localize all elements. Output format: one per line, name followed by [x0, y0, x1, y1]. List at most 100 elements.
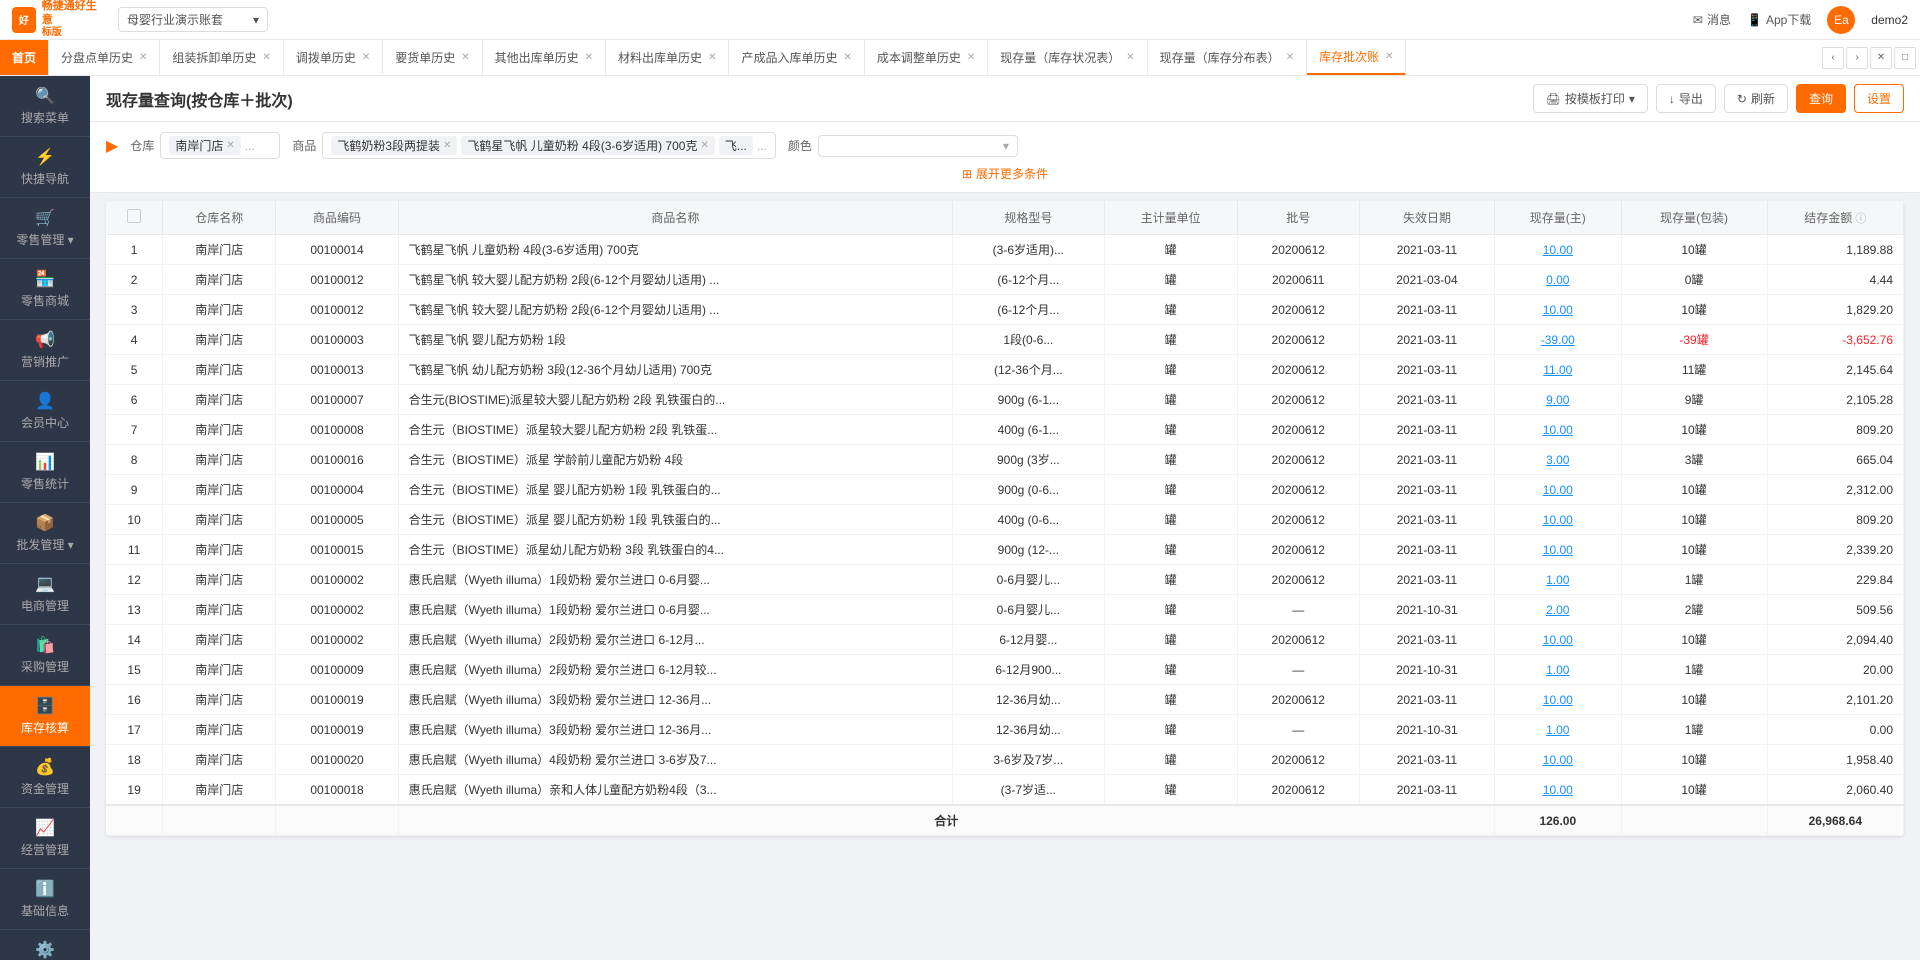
cell-qty[interactable]: 10.00: [1495, 235, 1621, 265]
product-ellipsis[interactable]: ...: [757, 139, 767, 153]
sidebar-item-retailshop[interactable]: 🏪 零售商城: [0, 259, 90, 320]
cell-qty[interactable]: 10.00: [1495, 535, 1621, 565]
cell-unit: 罐: [1104, 385, 1237, 415]
sidebar-item-finance[interactable]: 💰 资金管理: [0, 747, 90, 808]
expand-more-btn[interactable]: ⊞ 展开更多条件: [962, 165, 1048, 182]
select-all-checkbox[interactable]: [127, 209, 141, 223]
cell-qty[interactable]: 10.00: [1495, 775, 1621, 806]
sidebar-item-marketing[interactable]: 📢 营销推广: [0, 320, 90, 381]
tab-fenpan[interactable]: 分盘点单历史 ✕: [49, 40, 160, 75]
sidebar-item-member[interactable]: 👤 会员中心: [0, 381, 90, 442]
tab-chanpin[interactable]: 产成品入库单历史 ✕: [729, 40, 864, 75]
sidebar-purchase-label: 采购管理: [21, 658, 69, 675]
cell-qty[interactable]: 2.00: [1495, 595, 1621, 625]
amount-info-icon[interactable]: ⓘ: [1855, 213, 1866, 225]
sidebar-item-purchase[interactable]: 🛍️ 采购管理: [0, 625, 90, 686]
cell-qty[interactable]: 1.00: [1495, 565, 1621, 595]
industry-arrow: ▾: [253, 13, 259, 27]
cell-qty[interactable]: 10.00: [1495, 685, 1621, 715]
inventory-icon: 🗄️: [35, 696, 55, 716]
color-tag-box[interactable]: ▾: [818, 135, 1018, 157]
cell-qty[interactable]: 10.00: [1495, 505, 1621, 535]
cell-qty[interactable]: 10.00: [1495, 295, 1621, 325]
close-kucun-fenbu[interactable]: ✕: [1286, 52, 1294, 63]
sidebar-item-system[interactable]: ⚙️ 系统管理: [0, 930, 90, 960]
close-kucun-status[interactable]: ✕: [1126, 52, 1134, 63]
tab-maximize[interactable]: □: [1894, 47, 1916, 69]
export-btn[interactable]: ↓ 导出: [1656, 84, 1716, 113]
close-qitachu[interactable]: ✕: [585, 52, 593, 63]
tab-kucun-status[interactable]: 现存量（库存状况表） ✕: [988, 40, 1147, 75]
close-fenpan[interactable]: ✕: [139, 52, 147, 63]
sidebar-item-wholesale[interactable]: 📦 批发管理 ▾: [0, 503, 90, 564]
settings-btn[interactable]: 设置: [1854, 84, 1904, 113]
industry-selector[interactable]: 母婴行业演示账套 ▾: [118, 7, 268, 32]
sidebar-item-retail[interactable]: 🛒 零售管理 ▾: [0, 198, 90, 259]
tab-kucun-fenbu[interactable]: 现存量（库存分布表） ✕: [1148, 40, 1307, 75]
tab-qitachu[interactable]: 其他出库单历史 ✕: [483, 40, 606, 75]
product-tag-1-remove[interactable]: ✕: [443, 140, 451, 151]
print-btn[interactable]: 🖨 按模板打印 ▾: [1533, 84, 1648, 113]
cell-qty[interactable]: 1.00: [1495, 655, 1621, 685]
tab-cailiao[interactable]: 材料出库单历史 ✕: [606, 40, 729, 75]
cell-qty[interactable]: 10.00: [1495, 475, 1621, 505]
cell-qty[interactable]: 0.00: [1495, 265, 1621, 295]
cell-qty[interactable]: 11.00: [1495, 355, 1621, 385]
warehouse-tag-remove[interactable]: ✕: [226, 140, 234, 151]
cell-no: 16: [106, 685, 163, 715]
sidebar-item-shortcut[interactable]: ⚡ 快捷导航: [0, 137, 90, 198]
product-tag-box[interactable]: 飞鹤奶粉3段两提装 ✕ 飞鹤星飞帆 儿童奶粉 4段(3-6岁适用) 700克 ✕…: [322, 132, 776, 159]
tab-home[interactable]: 首页: [0, 40, 49, 75]
cell-batchno: 20200612: [1237, 385, 1359, 415]
tab-close-all[interactable]: ✕: [1870, 47, 1892, 69]
sidebar-item-basic[interactable]: ℹ️ 基础信息: [0, 869, 90, 930]
sidebar-item-ecommerce[interactable]: 💻 电商管理: [0, 564, 90, 625]
close-zuhechai[interactable]: ✕: [262, 52, 270, 63]
cell-code: 00100008: [276, 415, 398, 445]
tab-kucun-pici[interactable]: 库存批次账 ✕: [1307, 40, 1406, 75]
cell-qty[interactable]: 3.00: [1495, 445, 1621, 475]
app-download-btn[interactable]: 📱 App下载: [1747, 11, 1811, 28]
tab-zuhechai[interactable]: 组装拆卸单历史 ✕: [160, 40, 283, 75]
close-chanpin[interactable]: ✕: [843, 52, 851, 63]
cell-name: 惠氏启赋（Wyeth illuma）3段奶粉 爱尔兰进口 12-36月...: [398, 715, 952, 745]
close-chengben[interactable]: ✕: [967, 52, 975, 63]
cell-code: 00100012: [276, 295, 398, 325]
cell-code: 00100002: [276, 565, 398, 595]
expand-arrow[interactable]: ▶: [106, 136, 118, 156]
cell-warehouse: 南岸门店: [163, 745, 276, 775]
warehouse-ellipsis[interactable]: ...: [245, 139, 255, 153]
cell-qty[interactable]: 10.00: [1495, 745, 1621, 775]
query-btn[interactable]: 查询: [1796, 84, 1846, 113]
sidebar-item-retailstats[interactable]: 📊 零售统计: [0, 442, 90, 503]
cell-code: 00100020: [276, 745, 398, 775]
tab-yaohuo[interactable]: 要货单历史 ✕: [383, 40, 482, 75]
sidebar-item-operation[interactable]: 📈 经营管理: [0, 808, 90, 869]
user-avatar[interactable]: Ea: [1827, 6, 1855, 34]
product-tag-3: 飞...: [719, 136, 753, 155]
cell-qty[interactable]: 10.00: [1495, 625, 1621, 655]
close-kucun-pici[interactable]: ✕: [1385, 51, 1393, 62]
cell-spec: 12-36月幼...: [953, 715, 1105, 745]
close-yaohuo[interactable]: ✕: [461, 52, 469, 63]
tab-next[interactable]: ›: [1846, 47, 1868, 69]
table-body: 1南岸门店00100014飞鹤星飞帆 儿童奶粉 4段(3-6岁适用) 700克(…: [106, 235, 1904, 836]
cell-qty[interactable]: 10.00: [1495, 415, 1621, 445]
cell-no: 13: [106, 595, 163, 625]
cell-qty[interactable]: -39.00: [1495, 325, 1621, 355]
tab-tiaobo[interactable]: 调拨单历史 ✕: [284, 40, 383, 75]
tab-prev[interactable]: ‹: [1822, 47, 1844, 69]
close-cailiao[interactable]: ✕: [708, 52, 716, 63]
cell-qty[interactable]: 1.00: [1495, 715, 1621, 745]
tab-chengben[interactable]: 成本调整单历史 ✕: [865, 40, 988, 75]
cell-qty[interactable]: 9.00: [1495, 385, 1621, 415]
cell-qtypkg: 9罐: [1621, 385, 1767, 415]
refresh-btn[interactable]: ↻ 刷新: [1724, 84, 1788, 113]
warehouse-tag-box[interactable]: 南岸门店 ✕ ...: [160, 132, 280, 159]
close-tiaobo[interactable]: ✕: [362, 52, 370, 63]
message-btn[interactable]: ✉ 消息: [1693, 11, 1731, 28]
sidebar-item-search[interactable]: 🔍 搜索菜单: [0, 76, 90, 137]
product-tag-2-remove[interactable]: ✕: [700, 140, 708, 151]
cell-qtypkg: 0罐: [1621, 265, 1767, 295]
sidebar-item-inventory[interactable]: 🗄️ 库存核算: [0, 686, 90, 747]
